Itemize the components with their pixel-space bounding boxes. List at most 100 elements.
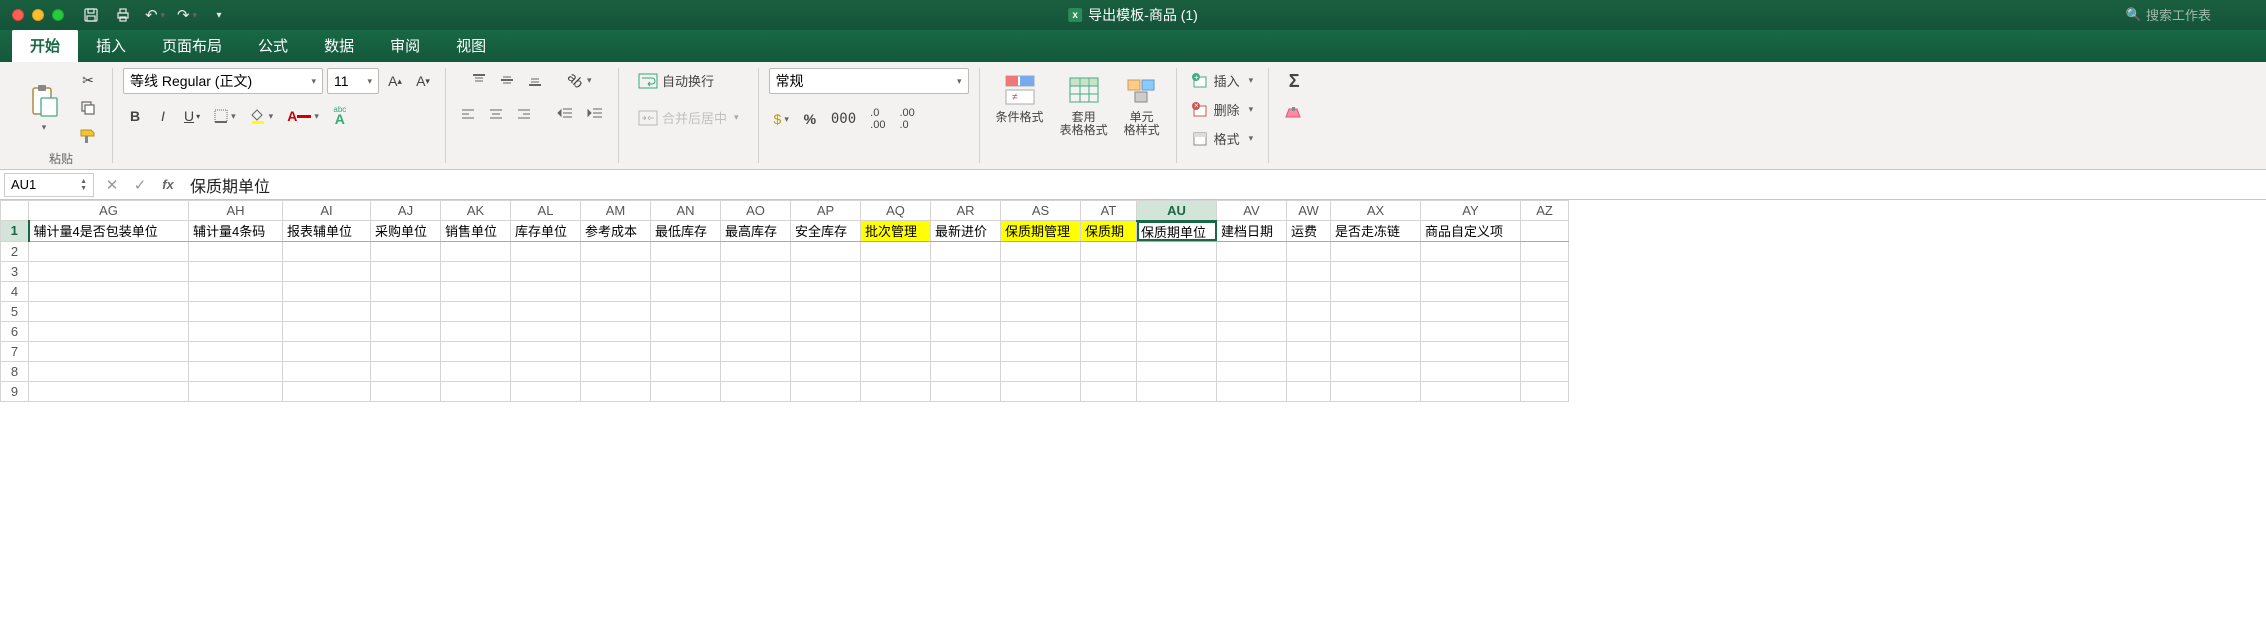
cell[interactable] [1217, 381, 1287, 401]
column-header[interactable]: AR [931, 201, 1001, 221]
cell[interactable] [791, 301, 861, 321]
cell[interactable] [861, 261, 931, 281]
cell[interactable] [861, 301, 931, 321]
cell[interactable] [1001, 321, 1081, 341]
qat-customize[interactable]: ▾ [210, 6, 228, 24]
italic-button[interactable]: I [151, 104, 175, 128]
column-header[interactable]: AZ [1521, 201, 1569, 221]
cell[interactable] [29, 281, 189, 301]
name-box[interactable]: AU1 ▲▼ [4, 173, 94, 197]
increase-font-button[interactable]: A▴ [383, 69, 407, 93]
row-header[interactable]: 7 [1, 341, 29, 361]
cell[interactable] [581, 341, 651, 361]
cell[interactable] [283, 261, 371, 281]
cell[interactable] [283, 341, 371, 361]
cell[interactable] [1137, 301, 1217, 321]
autosum-button[interactable]: Σ [1282, 68, 1306, 95]
cell[interactable] [931, 381, 1001, 401]
column-header[interactable]: AP [791, 201, 861, 221]
cancel-formula-button[interactable]: ✕ [98, 176, 126, 194]
align-right-button[interactable] [512, 102, 536, 126]
cell[interactable] [283, 281, 371, 301]
cell[interactable] [1521, 341, 1569, 361]
column-header[interactable]: AQ [861, 201, 931, 221]
cell[interactable] [931, 261, 1001, 281]
delete-cells-button[interactable]: × 删除 [1187, 97, 1259, 122]
column-header[interactable]: AK [441, 201, 511, 221]
column-header[interactable]: AG [29, 201, 189, 221]
cell[interactable] [189, 381, 283, 401]
cell[interactable] [1137, 381, 1217, 401]
underline-button[interactable]: U▾ [179, 104, 205, 128]
merge-center-button[interactable]: 合并后居中 [629, 105, 748, 130]
column-header[interactable]: AL [511, 201, 581, 221]
cell[interactable] [1421, 381, 1521, 401]
enter-formula-button[interactable]: ✓ [126, 176, 154, 194]
number-format-combo[interactable]: 常规▾ [769, 68, 969, 94]
cell[interactable] [1287, 341, 1331, 361]
cell[interactable] [371, 241, 441, 261]
cell[interactable] [371, 321, 441, 341]
cell[interactable]: 建档日期 [1217, 221, 1287, 242]
cell[interactable] [1421, 281, 1521, 301]
cell[interactable] [1081, 361, 1137, 381]
cell[interactable] [1001, 341, 1081, 361]
cell[interactable]: 参考成本 [581, 221, 651, 242]
cell[interactable] [1521, 381, 1569, 401]
format-as-table-button[interactable]: 套用 表格格式 [1054, 68, 1114, 141]
cell[interactable] [283, 241, 371, 261]
cell[interactable] [721, 321, 791, 341]
row-header[interactable]: 1 [1, 221, 29, 242]
cell[interactable] [371, 281, 441, 301]
cell[interactable] [1521, 221, 1569, 242]
cell[interactable] [371, 301, 441, 321]
cell[interactable] [1521, 301, 1569, 321]
cell[interactable] [283, 381, 371, 401]
cell[interactable] [1521, 281, 1569, 301]
percent-button[interactable]: % [798, 107, 822, 131]
cell[interactable] [371, 361, 441, 381]
print-icon[interactable] [114, 6, 132, 24]
cell[interactable] [283, 321, 371, 341]
redo-button[interactable]: ↷ [178, 6, 196, 24]
cell[interactable] [861, 321, 931, 341]
cell[interactable] [861, 341, 931, 361]
cell[interactable] [1287, 301, 1331, 321]
cell[interactable] [931, 301, 1001, 321]
cell[interactable] [721, 361, 791, 381]
cell[interactable] [1217, 321, 1287, 341]
save-icon[interactable] [82, 6, 100, 24]
cell[interactable] [511, 261, 581, 281]
cell[interactable] [371, 381, 441, 401]
cell[interactable] [441, 341, 511, 361]
decrease-indent-button[interactable] [552, 102, 578, 126]
increase-decimal-button[interactable]: .0.00 [865, 104, 890, 134]
cut-button[interactable]: ✂ [76, 68, 100, 92]
cell[interactable] [1331, 361, 1421, 381]
cell-styles-button[interactable]: 单元 格样式 [1118, 68, 1166, 141]
cell[interactable]: 库存单位 [511, 221, 581, 242]
cell[interactable] [931, 321, 1001, 341]
cell[interactable]: 安全库存 [791, 221, 861, 242]
cell[interactable] [1081, 281, 1137, 301]
cell[interactable] [189, 301, 283, 321]
row-header[interactable]: 3 [1, 261, 29, 281]
decrease-decimal-button[interactable]: .00.0 [894, 104, 919, 134]
cell[interactable] [1521, 361, 1569, 381]
cell[interactable] [791, 241, 861, 261]
formula-input[interactable] [182, 173, 2266, 197]
cell[interactable] [861, 241, 931, 261]
paste-button[interactable]: ▾ [20, 79, 68, 137]
cell[interactable] [651, 301, 721, 321]
name-box-up[interactable]: ▲ [80, 178, 87, 185]
cell[interactable] [721, 301, 791, 321]
tab-page-layout[interactable]: 页面布局 [144, 29, 240, 62]
conditional-formatting-button[interactable]: ≠ 条件格式 [990, 68, 1050, 128]
cell[interactable] [581, 381, 651, 401]
cell[interactable]: 保质期 [1081, 221, 1137, 242]
comma-button[interactable]: 000 [826, 107, 861, 131]
cell[interactable] [511, 241, 581, 261]
column-header[interactable]: AV [1217, 201, 1287, 221]
orientation-button[interactable]: ab [563, 68, 596, 92]
cell[interactable] [1217, 261, 1287, 281]
